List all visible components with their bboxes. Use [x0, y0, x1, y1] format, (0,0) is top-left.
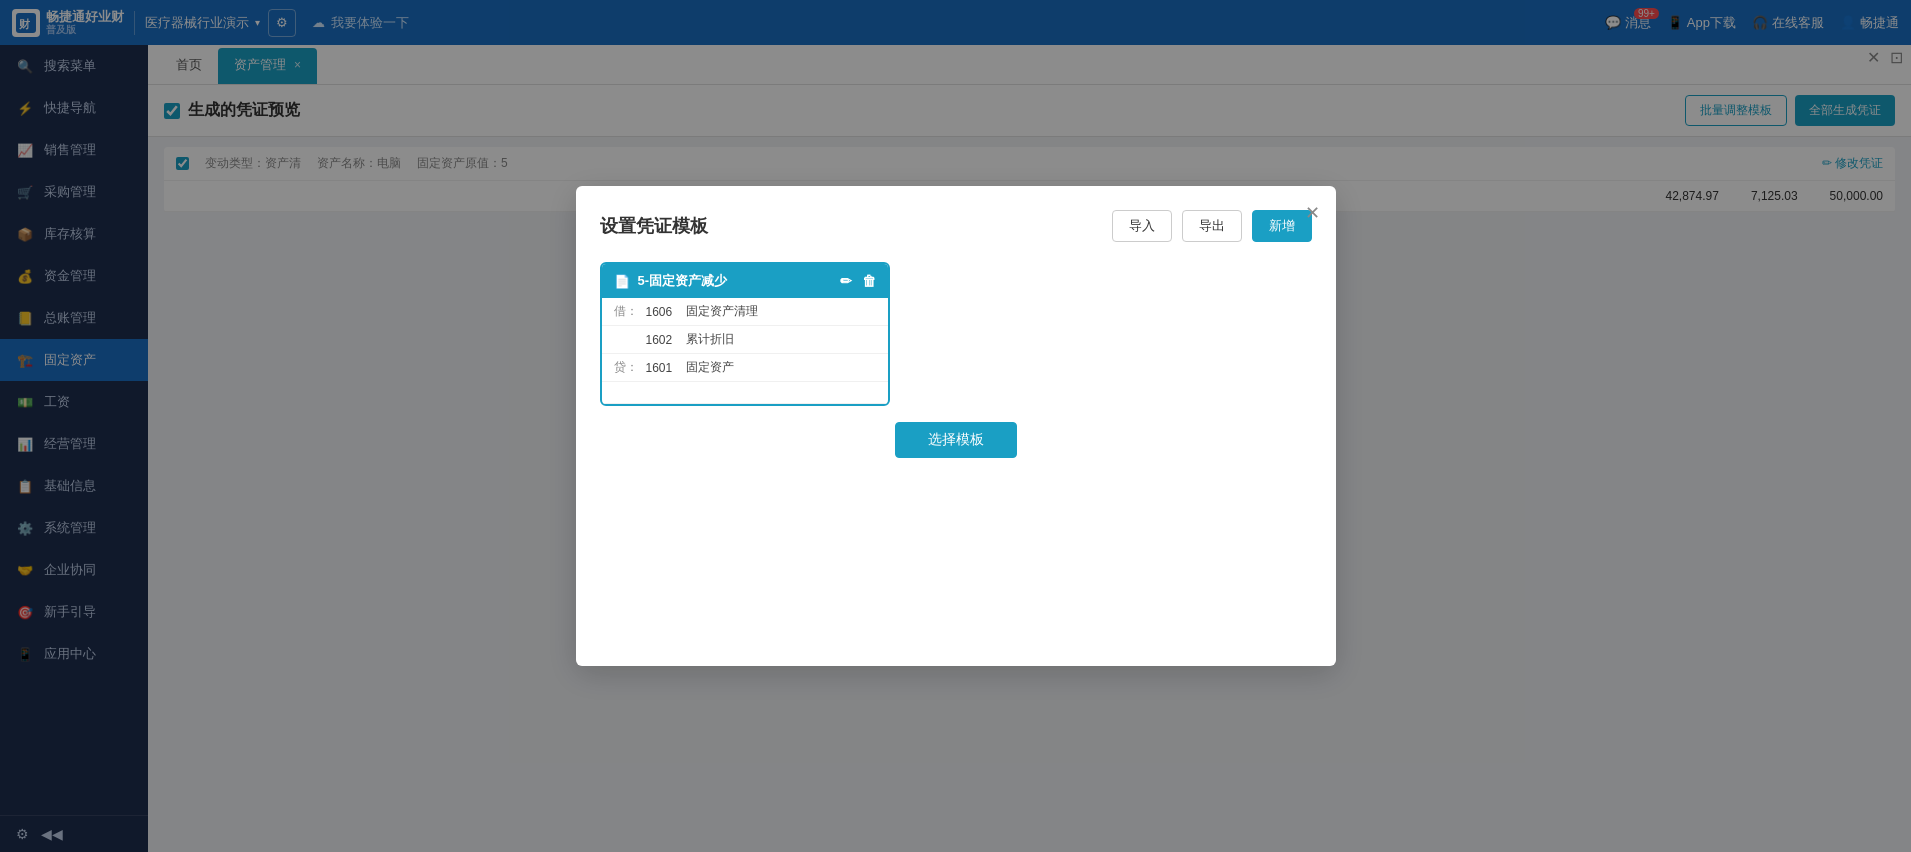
modal-title: 设置凭证模板 — [600, 214, 708, 238]
voucher-template-modal: 设置凭证模板 导入 导出 新增 ✕ 📄 5-固定资产减少 ✏ 🗑 — [576, 186, 1336, 666]
template-name: 5-固定资产减少 — [638, 272, 728, 290]
modal-header-buttons: 导入 导出 新增 — [1112, 210, 1312, 242]
modal-overlay: 设置凭证模板 导入 导出 新增 ✕ 📄 5-固定资产减少 ✏ 🗑 — [0, 0, 1911, 852]
template-empty-row — [602, 382, 888, 404]
template-entry-3: 贷： 1601 固定资产 — [602, 354, 888, 382]
select-template-area: 选择模板 — [600, 422, 1312, 458]
new-template-button[interactable]: 新增 — [1252, 210, 1312, 242]
modal-close-button[interactable]: ✕ — [1305, 202, 1320, 224]
edit-template-icon[interactable]: ✏ — [840, 273, 852, 289]
template-entry-1: 借： 1606 固定资产清理 — [602, 298, 888, 326]
delete-template-icon[interactable]: 🗑 — [862, 273, 876, 289]
export-button[interactable]: 导出 — [1182, 210, 1242, 242]
import-button[interactable]: 导入 — [1112, 210, 1172, 242]
template-card-header: 📄 5-固定资产减少 ✏ 🗑 — [602, 264, 888, 298]
template-entry-2: 1602 累计折旧 — [602, 326, 888, 354]
template-list: 📄 5-固定资产减少 ✏ 🗑 借： 1606 固定资产清理 — [600, 262, 1312, 406]
select-template-button[interactable]: 选择模板 — [895, 422, 1017, 458]
template-doc-icon: 📄 — [614, 274, 630, 289]
template-card-body: 借： 1606 固定资产清理 1602 累计折旧 贷： 1601 固定资产 — [602, 298, 888, 404]
template-card: 📄 5-固定资产减少 ✏ 🗑 借： 1606 固定资产清理 — [600, 262, 890, 406]
modal-header: 设置凭证模板 导入 导出 新增 — [600, 210, 1312, 242]
